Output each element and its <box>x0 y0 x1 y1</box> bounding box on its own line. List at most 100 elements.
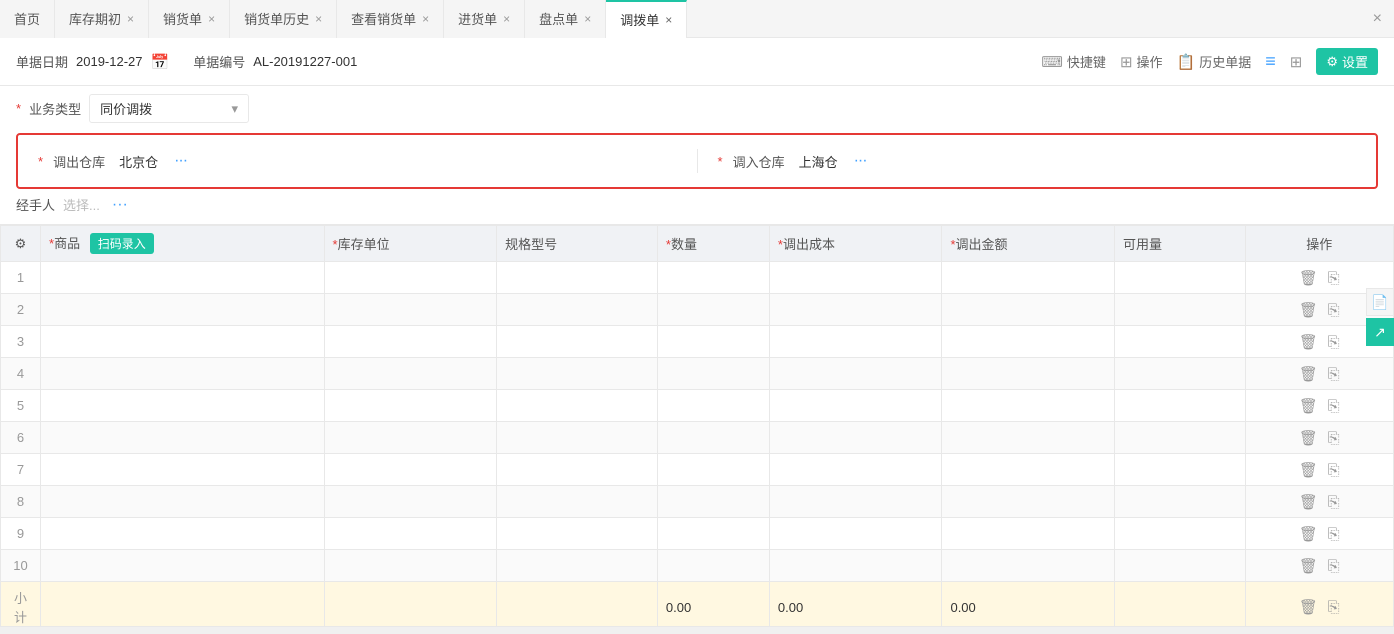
cell-unit[interactable] <box>324 326 497 358</box>
history-action[interactable]: 📋 历史单据 <box>1177 52 1252 71</box>
scan-entry-button[interactable]: 扫码录入 <box>90 233 154 254</box>
cell-amount[interactable] <box>942 262 1115 294</box>
cell-cost[interactable] <box>769 486 942 518</box>
cell-available[interactable] <box>1115 486 1246 518</box>
copy-row-icon[interactable]: ⎘ <box>1328 302 1340 319</box>
tab-inventory-init[interactable]: 库存期初 × <box>55 0 149 38</box>
cell-spec[interactable] <box>497 390 658 422</box>
cell-spec[interactable] <box>497 454 658 486</box>
cell-qty[interactable] <box>657 454 769 486</box>
cell-cost[interactable] <box>769 390 942 422</box>
cell-spec[interactable] <box>497 326 658 358</box>
cell-cost[interactable] <box>769 262 942 294</box>
cell-unit[interactable] <box>324 262 497 294</box>
cell-qty[interactable] <box>657 550 769 582</box>
shortcut-action[interactable]: ⌨ 快捷键 <box>1041 52 1106 71</box>
cell-spec[interactable] <box>497 550 658 582</box>
th-gear[interactable]: ⚙ <box>1 226 41 262</box>
cell-spec[interactable] <box>497 518 658 550</box>
cell-cost[interactable] <box>769 454 942 486</box>
cell-cost[interactable] <box>769 326 942 358</box>
cell-product[interactable] <box>41 294 325 326</box>
cell-product[interactable] <box>41 454 325 486</box>
date-value[interactable]: 2019-12-27 <box>76 54 143 69</box>
tab-sales-history-close[interactable]: × <box>315 13 322 25</box>
cell-amount[interactable] <box>942 486 1115 518</box>
agent-select[interactable]: 选择... <box>63 195 100 214</box>
cell-amount[interactable] <box>942 518 1115 550</box>
delete-icon[interactable]: 🗑 <box>1299 598 1318 616</box>
cell-amount[interactable] <box>942 454 1115 486</box>
cell-product[interactable] <box>41 390 325 422</box>
copy-row-icon[interactable]: ⎘ <box>1328 366 1340 383</box>
cell-product[interactable] <box>41 518 325 550</box>
cell-cost[interactable] <box>769 550 942 582</box>
cell-unit[interactable] <box>324 550 497 582</box>
tab-inventory-init-close[interactable]: × <box>127 13 134 25</box>
agent-more-button[interactable]: ··· <box>112 196 128 214</box>
cell-spec[interactable] <box>497 358 658 390</box>
cell-available[interactable] <box>1115 518 1246 550</box>
tab-close-all-button[interactable]: × <box>1361 10 1394 28</box>
cell-available[interactable] <box>1115 294 1246 326</box>
delete-row-icon[interactable]: 🗑 <box>1299 525 1318 543</box>
copy-row-icon[interactable]: ⎘ <box>1328 462 1340 479</box>
cell-unit[interactable] <box>324 454 497 486</box>
cell-qty[interactable] <box>657 262 769 294</box>
cell-spec[interactable] <box>497 486 658 518</box>
cell-qty[interactable] <box>657 390 769 422</box>
cell-cost[interactable] <box>769 518 942 550</box>
tab-stocktake[interactable]: 盘点单 × <box>525 0 606 38</box>
cell-product[interactable] <box>41 422 325 454</box>
cell-product[interactable] <box>41 326 325 358</box>
tab-sales-order-close[interactable]: × <box>208 13 215 25</box>
copy-row-icon[interactable]: ⎘ <box>1328 398 1340 415</box>
cell-unit[interactable] <box>324 422 497 454</box>
side-expand-button[interactable]: ↗ <box>1366 318 1394 346</box>
warehouse-out-value[interactable]: 北京仓 <box>119 152 158 171</box>
cell-unit[interactable] <box>324 486 497 518</box>
cell-spec[interactable] <box>497 294 658 326</box>
cell-unit[interactable] <box>324 358 497 390</box>
delete-row-icon[interactable]: 🗑 <box>1299 461 1318 479</box>
warehouse-out-more-button[interactable]: ··· <box>174 152 187 170</box>
cell-qty[interactable] <box>657 294 769 326</box>
copy-row-icon[interactable]: ⎘ <box>1328 270 1340 287</box>
tab-view-sales-close[interactable]: × <box>422 13 429 25</box>
operate-action[interactable]: ⊞ 操作 <box>1120 52 1163 71</box>
copy-row-icon[interactable]: ⎘ <box>1328 526 1340 543</box>
warehouse-in-more-button[interactable]: ··· <box>854 152 867 170</box>
cell-product[interactable] <box>41 262 325 294</box>
warehouse-in-value[interactable]: 上海仓 <box>799 152 838 171</box>
cell-qty[interactable] <box>657 422 769 454</box>
cell-product[interactable] <box>41 550 325 582</box>
delete-row-icon[interactable]: 🗑 <box>1299 493 1318 511</box>
cell-qty[interactable] <box>657 326 769 358</box>
cell-amount[interactable] <box>942 294 1115 326</box>
delete-row-icon[interactable]: 🗑 <box>1299 429 1318 447</box>
cell-available[interactable] <box>1115 550 1246 582</box>
delete-row-icon[interactable]: 🗑 <box>1299 333 1318 351</box>
business-type-select[interactable]: 同价调拨 ▾ <box>89 94 249 123</box>
copy-row-icon[interactable]: ⎘ <box>1328 558 1340 575</box>
bottom-scrollbar[interactable] <box>0 626 1394 634</box>
cell-spec[interactable] <box>497 262 658 294</box>
copy-row-icon[interactable]: ⎘ <box>1328 334 1340 351</box>
cell-available[interactable] <box>1115 262 1246 294</box>
tab-sales-history[interactable]: 销货单历史 × <box>230 0 337 38</box>
cell-amount[interactable] <box>942 422 1115 454</box>
copy-row-icon[interactable]: ⎘ <box>1328 430 1340 447</box>
cell-amount[interactable] <box>942 358 1115 390</box>
cell-qty[interactable] <box>657 486 769 518</box>
tab-view-sales[interactable]: 查看销货单 × <box>337 0 444 38</box>
delete-row-icon[interactable]: 🗑 <box>1299 397 1318 415</box>
delete-row-icon[interactable]: 🗑 <box>1299 269 1318 287</box>
cell-product[interactable] <box>41 486 325 518</box>
delete-row-icon[interactable]: 🗑 <box>1299 301 1318 319</box>
cell-cost[interactable] <box>769 294 942 326</box>
side-doc-button[interactable]: 📄 <box>1366 288 1394 316</box>
cell-available[interactable] <box>1115 358 1246 390</box>
copy-icon[interactable]: ⎘ <box>1328 599 1340 616</box>
setting-button[interactable]: ⚙ 设置 <box>1316 48 1378 75</box>
cell-qty[interactable] <box>657 518 769 550</box>
